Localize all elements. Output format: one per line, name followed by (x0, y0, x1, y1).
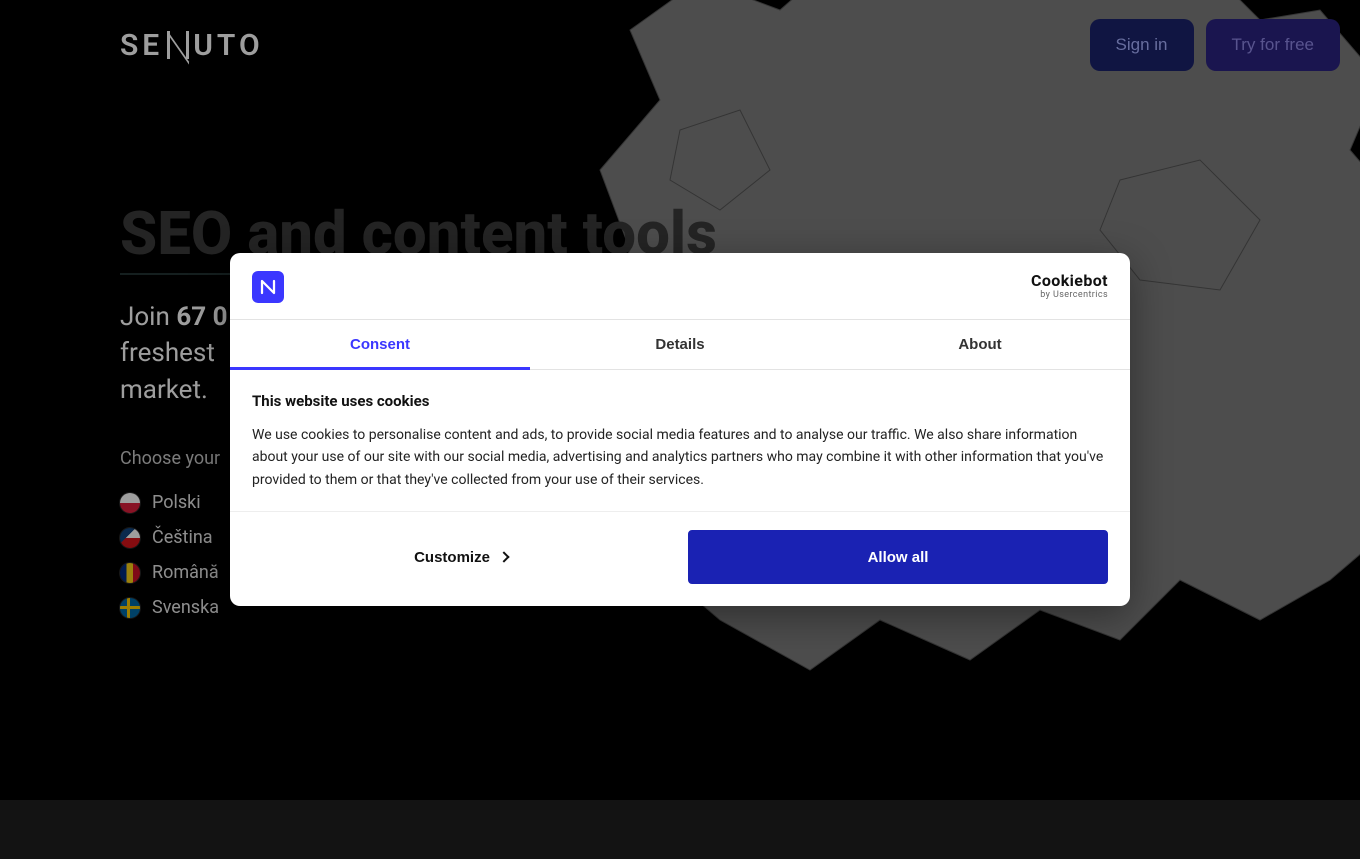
cookie-description: We use cookies to personalise content an… (252, 424, 1108, 491)
cookiebot-logo[interactable]: Cookiebot by Usercentrics (1031, 273, 1108, 300)
modal-backdrop: Cookiebot by Usercentrics Consent Detail… (0, 0, 1360, 859)
page-root: SE UTO Sign in Try for free SEO and cont… (0, 0, 1360, 859)
cookiebot-logo-subtext: by Usercentrics (1031, 291, 1108, 300)
site-brand-icon (252, 271, 284, 303)
cookie-consent-modal: Cookiebot by Usercentrics Consent Detail… (230, 253, 1130, 606)
cookie-heading: This website uses cookies (252, 392, 1108, 410)
modal-footer: Customize Allow all (230, 512, 1130, 606)
tab-details[interactable]: Details (530, 320, 830, 369)
allow-all-button[interactable]: Allow all (688, 530, 1108, 584)
modal-body: This website uses cookies We use cookies… (230, 370, 1130, 511)
modal-tabs: Consent Details About (230, 319, 1130, 370)
tab-about[interactable]: About (830, 320, 1130, 369)
tab-consent[interactable]: Consent (230, 320, 530, 369)
cookiebot-logo-text: Cookiebot (1031, 271, 1108, 290)
customize-button[interactable]: Customize (252, 530, 670, 584)
customize-label: Customize (414, 549, 490, 566)
chevron-right-icon (498, 551, 509, 562)
modal-header: Cookiebot by Usercentrics (230, 253, 1130, 319)
